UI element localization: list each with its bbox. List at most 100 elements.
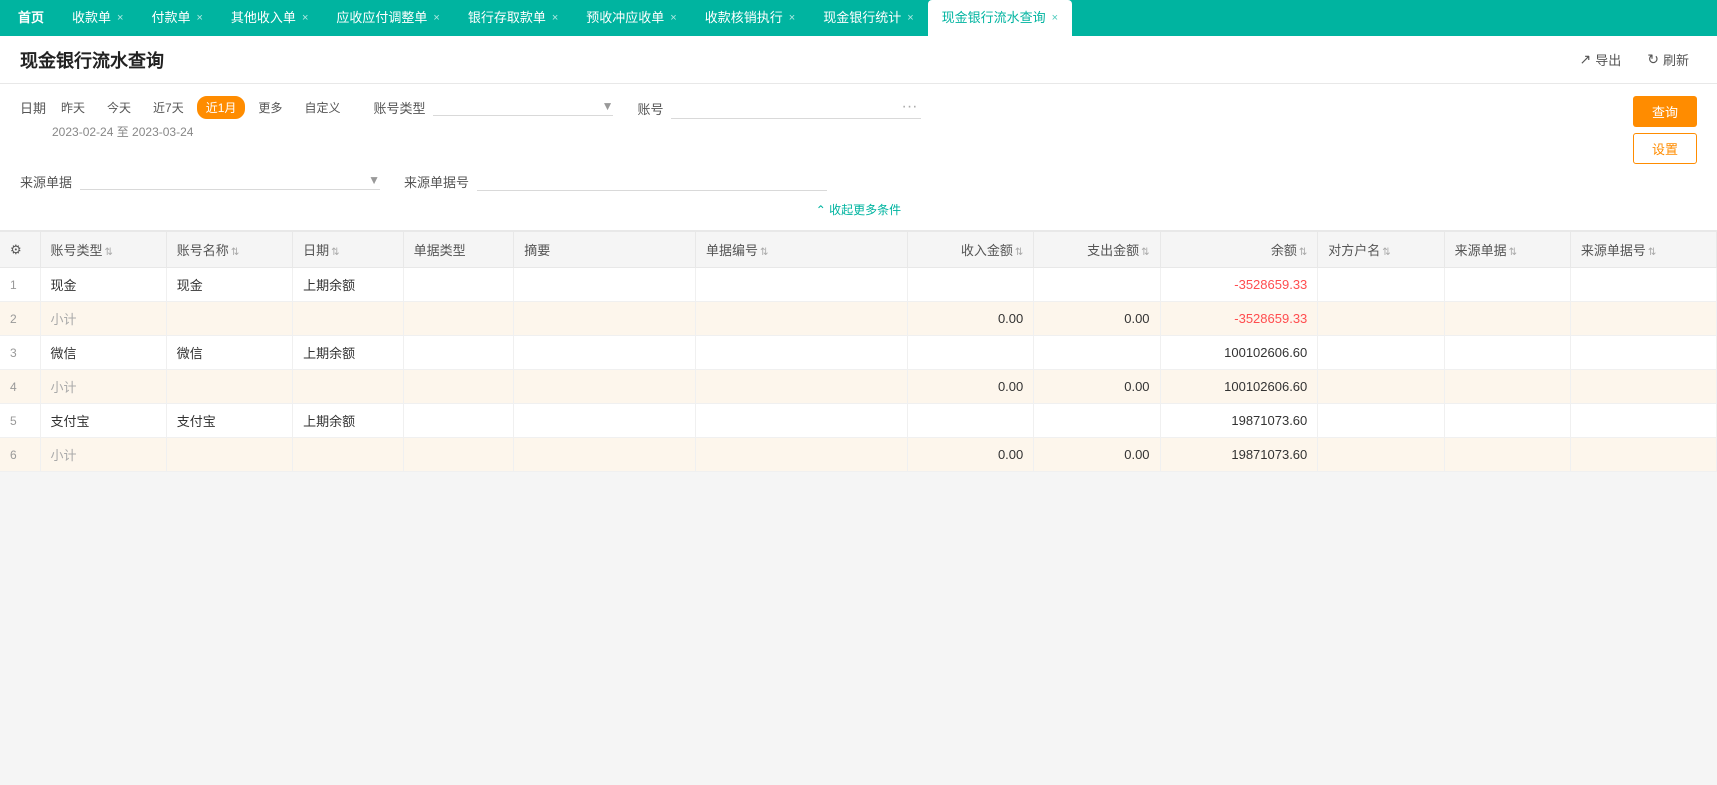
col-counterpart: 对方户名⇅: [1318, 232, 1444, 268]
cell-source-doc-no: [1570, 438, 1716, 472]
date-btn-custom[interactable]: 自定义: [295, 96, 349, 119]
sort-icon[interactable]: ⇅: [1648, 247, 1656, 258]
close-icon[interactable]: ×: [1052, 0, 1058, 36]
close-icon[interactable]: ×: [433, 0, 439, 36]
cell-expense: [1034, 336, 1160, 370]
nav-item-adjustment[interactable]: 应收应付调整单 ×: [322, 0, 453, 36]
date-range-display: 2023-02-24 至 2023-03-24: [52, 125, 193, 139]
setting-button[interactable]: 设置: [1633, 133, 1697, 164]
cell-income: 0.00: [907, 370, 1033, 404]
cell-date: [293, 302, 404, 336]
cell-balance: 100102606.60: [1160, 370, 1318, 404]
source-doc-no-input[interactable]: [477, 173, 827, 191]
cell-counterpart: [1318, 404, 1444, 438]
close-icon[interactable]: ×: [302, 0, 308, 36]
cell-expense: 0.00: [1034, 302, 1160, 336]
nav-item-verification[interactable]: 收款核销执行 ×: [691, 0, 809, 36]
cell-date: 上期余额: [293, 404, 404, 438]
nav-item-bank[interactable]: 银行存取款单 ×: [454, 0, 572, 36]
filter-buttons: 查询 设置: [1633, 96, 1697, 164]
collapse-button[interactable]: ⌃ 收起更多条件: [20, 197, 1697, 222]
cell-balance: 19871073.60: [1160, 404, 1318, 438]
date-btn-1month[interactable]: 近1月: [197, 96, 246, 119]
table-row: 5 支付宝 支付宝 上期余额 19871073.60: [0, 404, 1717, 438]
sort-icon[interactable]: ⇅: [1015, 247, 1023, 258]
table-row: 6 小计 0.00 0.00 19871073.60: [0, 438, 1717, 472]
col-source-doc-no: 来源单据号⇅: [1570, 232, 1716, 268]
cell-account-name: 支付宝: [166, 404, 292, 438]
cell-doc-type: [403, 268, 514, 302]
cell-expense: 0.00: [1034, 370, 1160, 404]
nav-item-other-income[interactable]: 其他收入单 ×: [217, 0, 322, 36]
cell-counterpart: [1318, 438, 1444, 472]
date-btn-more[interactable]: 更多: [249, 96, 291, 119]
cell-source-doc: [1444, 336, 1570, 370]
sort-icon[interactable]: ⇅: [1382, 247, 1390, 258]
close-icon[interactable]: ×: [552, 0, 558, 36]
col-gear: ⚙: [0, 232, 40, 268]
sort-icon[interactable]: ⇅: [105, 247, 113, 258]
cell-account-type: 现金: [40, 268, 166, 302]
cell-summary: [514, 438, 696, 472]
nav-home[interactable]: 首页: [4, 0, 58, 36]
cell-expense: 0.00: [1034, 438, 1160, 472]
cell-doc-no: [695, 404, 907, 438]
chevron-down-icon-2: ▼: [368, 173, 380, 187]
top-nav: 首页 收款单 × 付款单 × 其他收入单 × 应收应付调整单 × 银行存取款单 …: [0, 0, 1717, 36]
cell-balance: 19871073.60: [1160, 438, 1318, 472]
table-row: 3 微信 微信 上期余额 100102606.60: [0, 336, 1717, 370]
source-doc-select[interactable]: ▼: [80, 173, 380, 190]
sort-icon[interactable]: ⇅: [231, 247, 239, 258]
cell-source-doc-no: [1570, 336, 1716, 370]
date-btn-7days[interactable]: 近7天: [144, 96, 193, 119]
nav-item-payment[interactable]: 付款单 ×: [137, 0, 216, 36]
col-income: 收入金额⇅: [907, 232, 1033, 268]
col-balance: 余额⇅: [1160, 232, 1318, 268]
gear-icon[interactable]: ⚙: [10, 242, 22, 257]
date-btn-today[interactable]: 今天: [98, 96, 140, 119]
cell-counterpart: [1318, 370, 1444, 404]
filter-row-2: 来源单据 ▼ 来源单据号: [20, 172, 1697, 191]
date-btn-yesterday[interactable]: 昨天: [52, 96, 94, 119]
source-doc-no-text-input[interactable]: [477, 173, 827, 188]
close-icon[interactable]: ×: [789, 0, 795, 36]
cell-date: [293, 370, 404, 404]
source-doc-no-filter: 来源单据号: [404, 172, 827, 191]
cell-income: [907, 404, 1033, 438]
page-header: 现金银行流水查询 ↗ 导出 ↻ 刷新: [0, 36, 1717, 84]
refresh-button[interactable]: ↻ 刷新: [1639, 46, 1697, 73]
account-type-select[interactable]: ▼: [433, 99, 613, 116]
filter-area: 日期 昨天 今天 近7天 近1月 更多 自定义 2023-02-24 至 202…: [0, 84, 1717, 231]
table-row: 1 现金 现金 上期余额 -3528659.33: [0, 268, 1717, 302]
nav-item-stats[interactable]: 现金银行统计 ×: [809, 0, 927, 36]
account-text-input[interactable]: [671, 100, 897, 115]
sort-icon[interactable]: ⇅: [1141, 247, 1149, 258]
nav-item-flow-query[interactable]: 现金银行流水查询 ×: [928, 0, 1072, 36]
cell-counterpart: [1318, 268, 1444, 302]
cell-income: [907, 268, 1033, 302]
query-button[interactable]: 查询: [1633, 96, 1697, 127]
col-account-name: 账号名称⇅: [166, 232, 292, 268]
account-input[interactable]: ···: [671, 98, 921, 119]
account-ellipsis-button[interactable]: ···: [898, 98, 922, 116]
nav-item-receipts[interactable]: 收款单 ×: [58, 0, 137, 36]
close-icon[interactable]: ×: [907, 0, 913, 36]
cell-summary: [514, 370, 696, 404]
close-icon[interactable]: ×: [196, 0, 202, 36]
sort-icon[interactable]: ⇅: [1299, 247, 1307, 258]
cell-summary: [514, 268, 696, 302]
cell-account-name: [166, 302, 292, 336]
sort-icon[interactable]: ⇅: [760, 247, 768, 258]
cell-counterpart: [1318, 302, 1444, 336]
sort-icon[interactable]: ⇅: [331, 247, 339, 258]
data-table: ⚙ 账号类型⇅ 账号名称⇅ 日期⇅ 单据类型 摘要 单据编号⇅: [0, 231, 1717, 472]
sort-icon[interactable]: ⇅: [1509, 247, 1517, 258]
cell-doc-no: [695, 268, 907, 302]
export-button[interactable]: ↗ 导出: [1572, 46, 1630, 73]
close-icon[interactable]: ×: [670, 0, 676, 36]
nav-item-prepaid[interactable]: 预收冲应收单 ×: [572, 0, 690, 36]
table-row: 2 小计 0.00 0.00 -3528659.33: [0, 302, 1717, 336]
cell-source-doc: [1444, 302, 1570, 336]
close-icon[interactable]: ×: [117, 0, 123, 36]
account-label: 账号: [637, 99, 663, 118]
